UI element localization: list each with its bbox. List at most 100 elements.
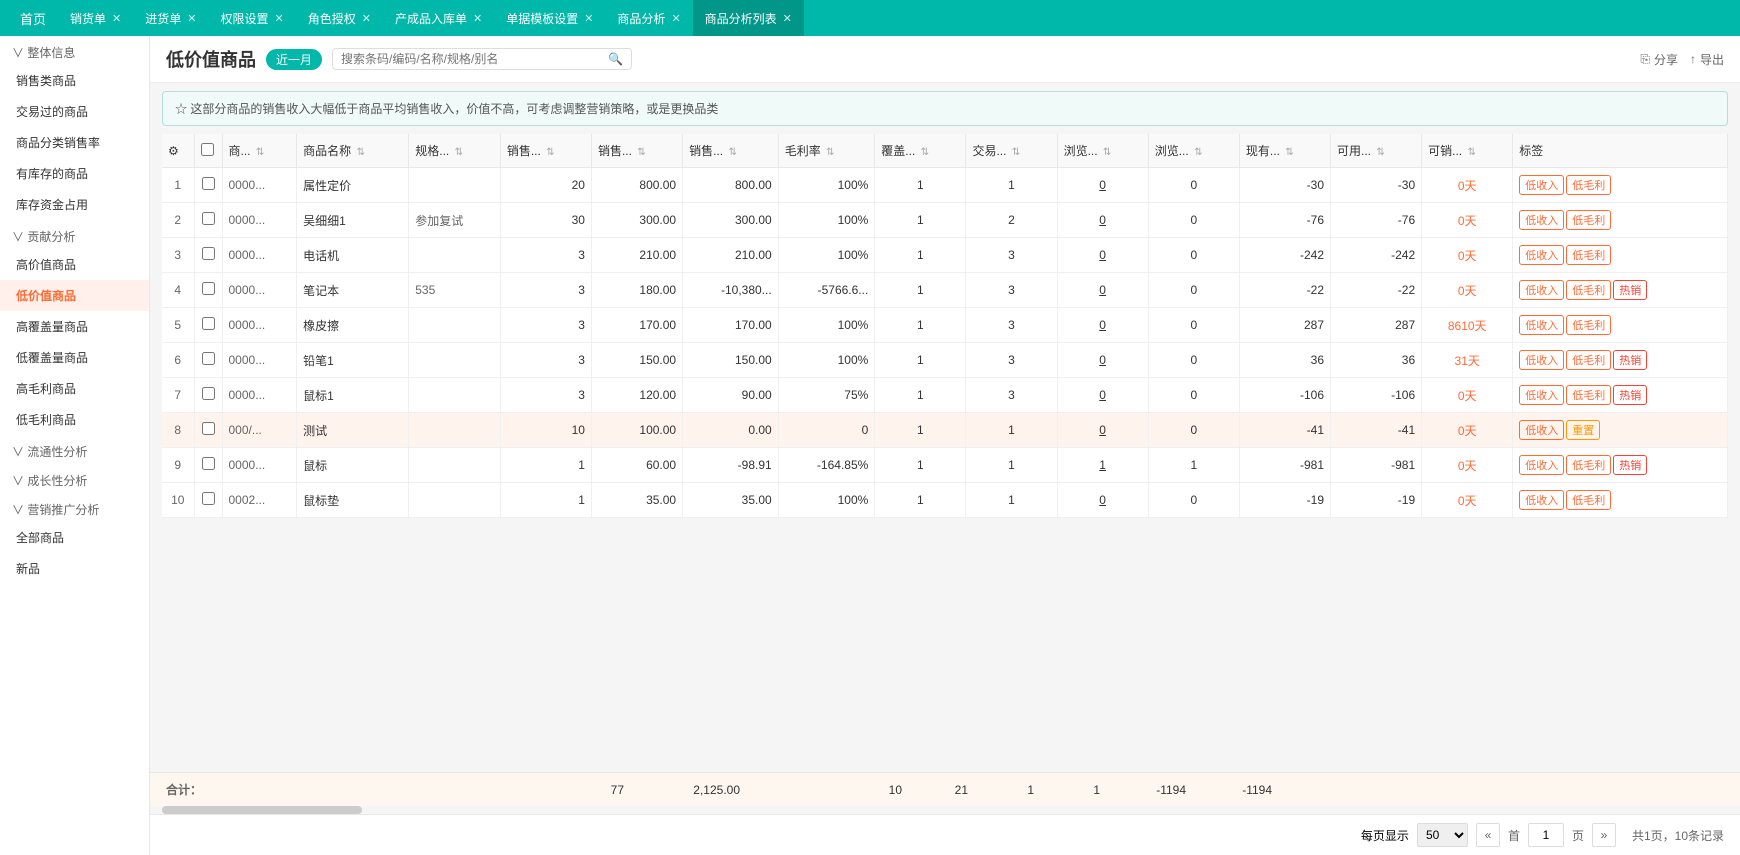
- view1-link[interactable]: 0: [1099, 283, 1106, 297]
- cell-sale-avail: 0天: [1422, 168, 1513, 203]
- sidebar-group-liquidity[interactable]: ∨ 流通性分析: [0, 435, 149, 464]
- nav-template-settings[interactable]: 单据模板设置 ✕: [494, 0, 605, 36]
- th-current[interactable]: 现有... ⇅: [1239, 134, 1330, 168]
- sidebar-item-low-margin[interactable]: 低毛利商品: [0, 404, 149, 435]
- search-box: 🔍: [332, 48, 632, 70]
- tag: 热销: [1613, 350, 1647, 370]
- row-checkbox[interactable]: [202, 177, 215, 190]
- cell-view1: 1: [1057, 448, 1148, 483]
- next-page-button[interactable]: »: [1592, 823, 1616, 847]
- sidebar-item-high-margin[interactable]: 高毛利商品: [0, 373, 149, 404]
- cell-sale2: 60.00: [591, 448, 682, 483]
- nav-sales-close[interactable]: ✕: [112, 12, 121, 25]
- sidebar-item-high-coverage[interactable]: 高覆盖量商品: [0, 311, 149, 342]
- cell-view2: 0: [1148, 273, 1239, 308]
- horizontal-scrollbar[interactable]: [162, 806, 1728, 814]
- current-page-input[interactable]: [1528, 823, 1564, 847]
- sidebar-item-category-sales-rate[interactable]: 商品分类销售率: [0, 127, 149, 158]
- sidebar-item-high-value[interactable]: 高价值商品: [0, 249, 149, 280]
- sidebar-item-all-goods[interactable]: 全部商品: [0, 522, 149, 553]
- view1-link[interactable]: 0: [1099, 423, 1106, 437]
- nav-purchase[interactable]: 进货单 ✕: [133, 0, 208, 36]
- sidebar-group-contribution: ∨ 贡献分析: [0, 220, 149, 249]
- nav-product-warehouse[interactable]: 产成品入库单 ✕: [383, 0, 494, 36]
- cell-margin: -164.85%: [778, 448, 875, 483]
- sidebar-item-low-value[interactable]: 低价值商品: [0, 280, 149, 311]
- th-name[interactable]: 商品名称 ⇅: [297, 134, 409, 168]
- nav-product-warehouse-close[interactable]: ✕: [473, 12, 482, 25]
- row-checkbox[interactable]: [202, 492, 215, 505]
- cell-sale2: 800.00: [591, 168, 682, 203]
- search-input[interactable]: [341, 52, 602, 66]
- view1-link[interactable]: 0: [1099, 248, 1106, 262]
- row-checkbox[interactable]: [202, 317, 215, 330]
- th-cover[interactable]: 覆盖... ⇅: [875, 134, 966, 168]
- view1-link[interactable]: 0: [1099, 493, 1106, 507]
- nav-home[interactable]: 首页: [8, 0, 58, 36]
- cell-name: 鼠标垫: [297, 483, 409, 518]
- row-checkbox[interactable]: [202, 422, 215, 435]
- nav-product-analysis-list[interactable]: 商品分析列表 ✕: [693, 0, 804, 36]
- nav-product-analysis[interactable]: 商品分析 ✕: [605, 0, 692, 36]
- th-view2[interactable]: 浏览... ⇅: [1148, 134, 1239, 168]
- sidebar-item-sales-goods[interactable]: 销售类商品: [0, 65, 149, 96]
- row-checkbox[interactable]: [202, 387, 215, 400]
- sidebar-item-inventory-fund[interactable]: 库存资金占用: [0, 189, 149, 220]
- nav-sales[interactable]: 销货单 ✕: [58, 0, 133, 36]
- footer-label: 合计：: [166, 781, 202, 798]
- nav-permissions-close[interactable]: ✕: [275, 12, 284, 25]
- sidebar-item-inventory-goods[interactable]: 有库存的商品: [0, 158, 149, 189]
- cell-no: 9: [162, 448, 194, 483]
- view1-link[interactable]: 0: [1099, 388, 1106, 402]
- tag: 低收入: [1519, 420, 1564, 440]
- view1-link[interactable]: 1: [1099, 458, 1106, 472]
- sidebar-group-growth[interactable]: ∨ 成长性分析: [0, 464, 149, 493]
- nav-product-analysis-close[interactable]: ✕: [671, 12, 680, 25]
- view1-link[interactable]: 0: [1099, 353, 1106, 367]
- cell-no: 7: [162, 378, 194, 413]
- th-trade[interactable]: 交易... ⇅: [966, 134, 1057, 168]
- th-avail[interactable]: 可用... ⇅: [1331, 134, 1422, 168]
- period-button[interactable]: 近一月: [266, 49, 322, 70]
- tag: 低收入: [1519, 455, 1564, 475]
- th-sale1[interactable]: 销售... ⇅: [500, 134, 591, 168]
- view1-link[interactable]: 0: [1099, 178, 1106, 192]
- th-sale2[interactable]: 销售... ⇅: [591, 134, 682, 168]
- select-all-checkbox[interactable]: [201, 143, 214, 156]
- nav-permissions[interactable]: 权限设置 ✕: [208, 0, 295, 36]
- th-margin[interactable]: 毛利率 ⇅: [778, 134, 875, 168]
- sidebar-item-traded-goods[interactable]: 交易过的商品: [0, 96, 149, 127]
- th-view1[interactable]: 浏览... ⇅: [1057, 134, 1148, 168]
- nav-purchase-close[interactable]: ✕: [187, 12, 196, 25]
- cell-sale1: 20: [500, 168, 591, 203]
- th-settings[interactable]: ⚙: [162, 134, 194, 168]
- cell-tags: 低收入低毛利: [1513, 203, 1728, 238]
- th-sale3[interactable]: 销售... ⇅: [683, 134, 779, 168]
- row-checkbox[interactable]: [202, 457, 215, 470]
- row-checkbox[interactable]: [202, 212, 215, 225]
- share-button[interactable]: ⎘ 分享: [1640, 51, 1678, 68]
- sidebar-item-low-coverage[interactable]: 低覆盖量商品: [0, 342, 149, 373]
- nav-roles-close[interactable]: ✕: [362, 12, 371, 25]
- cell-name: 电话机: [297, 238, 409, 273]
- per-page-select[interactable]: 50 100 200: [1417, 823, 1468, 847]
- view1-link[interactable]: 0: [1099, 318, 1106, 332]
- first-page-button[interactable]: «: [1476, 823, 1500, 847]
- nav-roles[interactable]: 角色授权 ✕: [296, 0, 383, 36]
- view1-link[interactable]: 0: [1099, 213, 1106, 227]
- th-code[interactable]: 商... ⇅: [222, 134, 297, 168]
- row-checkbox[interactable]: [202, 352, 215, 365]
- th-sale-avail[interactable]: 可销... ⇅: [1422, 134, 1513, 168]
- scrollbar-thumb[interactable]: [162, 806, 362, 814]
- cell-no: 10: [162, 483, 194, 518]
- row-checkbox[interactable]: [202, 282, 215, 295]
- sidebar-item-new-goods[interactable]: 新品: [0, 553, 149, 584]
- th-spec[interactable]: 规格... ⇅: [409, 134, 501, 168]
- search-icon[interactable]: 🔍: [608, 52, 623, 66]
- export-button[interactable]: ↑ 导出: [1690, 51, 1724, 68]
- nav-product-analysis-list-close[interactable]: ✕: [783, 12, 792, 25]
- row-checkbox[interactable]: [202, 247, 215, 260]
- cell-view1: 0: [1057, 413, 1148, 448]
- nav-template-close[interactable]: ✕: [584, 12, 593, 25]
- cell-sale3: 150.00: [683, 343, 779, 378]
